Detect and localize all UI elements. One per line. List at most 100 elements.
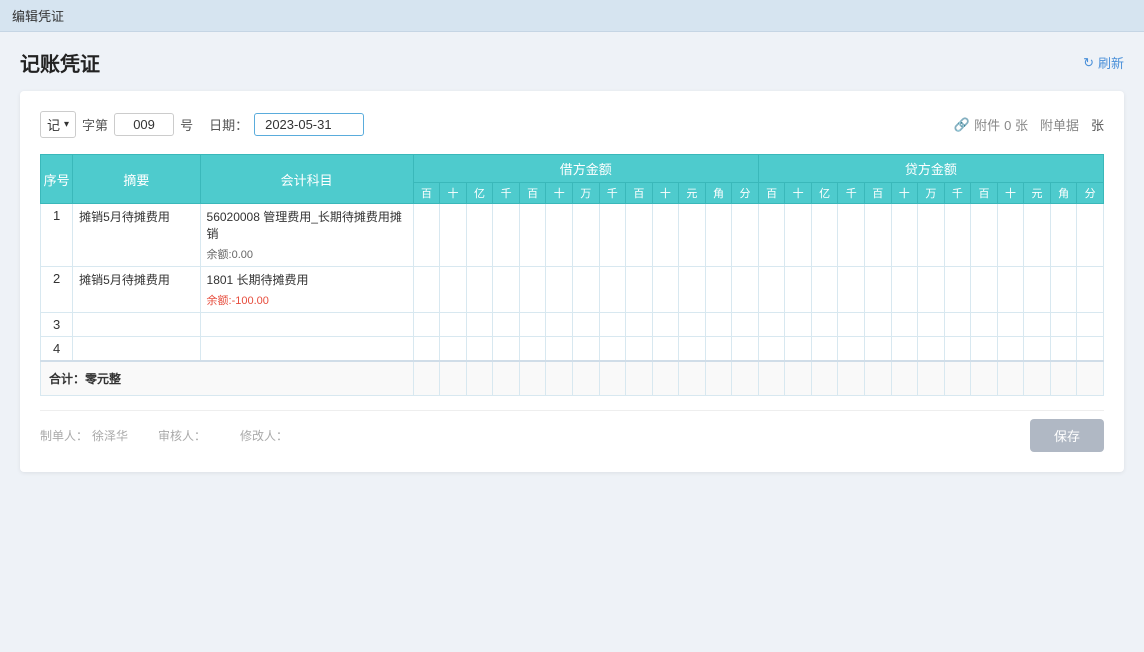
credit-digit-cell[interactable] bbox=[838, 337, 865, 362]
credit-digit-cell[interactable] bbox=[1024, 204, 1051, 267]
credit-digit-cell[interactable] bbox=[971, 267, 998, 313]
credit-digit-cell[interactable] bbox=[838, 204, 865, 267]
credit-digit-cell[interactable] bbox=[918, 313, 945, 337]
credit-digit-cell[interactable] bbox=[1077, 337, 1104, 362]
debit-digit-cell[interactable] bbox=[572, 267, 599, 313]
credit-digit-cell[interactable] bbox=[864, 204, 891, 267]
credit-digit-cell[interactable] bbox=[811, 204, 838, 267]
credit-digit-cell[interactable] bbox=[785, 204, 812, 267]
credit-digit-cell[interactable] bbox=[1077, 267, 1104, 313]
debit-digit-cell[interactable] bbox=[440, 204, 467, 267]
debit-digit-cell[interactable] bbox=[440, 267, 467, 313]
debit-digit-cell[interactable] bbox=[493, 313, 520, 337]
summary-cell[interactable]: 摊销5月待摊费用 bbox=[73, 204, 200, 267]
refresh-button[interactable]: ↻ 刷新 bbox=[1083, 53, 1124, 72]
debit-digit-cell[interactable] bbox=[679, 313, 706, 337]
debit-digit-cell[interactable] bbox=[546, 313, 573, 337]
credit-digit-cell[interactable] bbox=[811, 313, 838, 337]
debit-digit-cell[interactable] bbox=[626, 337, 653, 362]
credit-digit-cell[interactable] bbox=[1024, 267, 1051, 313]
credit-digit-cell[interactable] bbox=[918, 337, 945, 362]
debit-digit-cell[interactable] bbox=[572, 337, 599, 362]
account-cell[interactable] bbox=[200, 313, 413, 337]
debit-digit-cell[interactable] bbox=[413, 313, 440, 337]
credit-digit-cell[interactable] bbox=[971, 313, 998, 337]
debit-digit-cell[interactable] bbox=[599, 313, 626, 337]
credit-digit-cell[interactable] bbox=[1050, 204, 1077, 267]
summary-cell[interactable] bbox=[73, 313, 200, 337]
debit-digit-cell[interactable] bbox=[466, 313, 493, 337]
debit-digit-cell[interactable] bbox=[413, 337, 440, 362]
credit-digit-cell[interactable] bbox=[944, 267, 971, 313]
debit-digit-cell[interactable] bbox=[599, 337, 626, 362]
debit-digit-cell[interactable] bbox=[572, 313, 599, 337]
credit-digit-cell[interactable] bbox=[891, 204, 918, 267]
debit-digit-cell[interactable] bbox=[493, 204, 520, 267]
summary-cell[interactable]: 摊销5月待摊费用 bbox=[73, 267, 200, 313]
debit-digit-cell[interactable] bbox=[626, 267, 653, 313]
credit-digit-cell[interactable] bbox=[758, 337, 785, 362]
debit-digit-cell[interactable] bbox=[413, 267, 440, 313]
credit-digit-cell[interactable] bbox=[1024, 337, 1051, 362]
debit-digit-cell[interactable] bbox=[519, 267, 546, 313]
debit-digit-cell[interactable] bbox=[705, 337, 732, 362]
debit-digit-cell[interactable] bbox=[705, 267, 732, 313]
credit-digit-cell[interactable] bbox=[1077, 204, 1104, 267]
credit-digit-cell[interactable] bbox=[758, 267, 785, 313]
debit-digit-cell[interactable] bbox=[546, 267, 573, 313]
debit-digit-cell[interactable] bbox=[732, 337, 759, 362]
debit-digit-cell[interactable] bbox=[546, 204, 573, 267]
credit-digit-cell[interactable] bbox=[785, 337, 812, 362]
debit-digit-cell[interactable] bbox=[413, 204, 440, 267]
debit-digit-cell[interactable] bbox=[652, 313, 679, 337]
debit-digit-cell[interactable] bbox=[466, 204, 493, 267]
debit-digit-cell[interactable] bbox=[626, 313, 653, 337]
number-input[interactable] bbox=[114, 113, 174, 136]
credit-digit-cell[interactable] bbox=[918, 204, 945, 267]
credit-digit-cell[interactable] bbox=[891, 267, 918, 313]
credit-digit-cell[interactable] bbox=[971, 337, 998, 362]
date-input[interactable] bbox=[254, 113, 364, 136]
debit-digit-cell[interactable] bbox=[652, 337, 679, 362]
credit-digit-cell[interactable] bbox=[785, 267, 812, 313]
credit-digit-cell[interactable] bbox=[1024, 313, 1051, 337]
credit-digit-cell[interactable] bbox=[785, 313, 812, 337]
credit-digit-cell[interactable] bbox=[944, 337, 971, 362]
debit-digit-cell[interactable] bbox=[440, 337, 467, 362]
credit-digit-cell[interactable] bbox=[1077, 313, 1104, 337]
debit-digit-cell[interactable] bbox=[679, 267, 706, 313]
debit-digit-cell[interactable] bbox=[732, 313, 759, 337]
debit-digit-cell[interactable] bbox=[599, 204, 626, 267]
summary-cell[interactable] bbox=[73, 337, 200, 362]
credit-digit-cell[interactable] bbox=[971, 204, 998, 267]
credit-digit-cell[interactable] bbox=[811, 267, 838, 313]
debit-digit-cell[interactable] bbox=[519, 337, 546, 362]
debit-digit-cell[interactable] bbox=[705, 313, 732, 337]
credit-digit-cell[interactable] bbox=[864, 267, 891, 313]
credit-digit-cell[interactable] bbox=[1050, 267, 1077, 313]
credit-digit-cell[interactable] bbox=[838, 313, 865, 337]
credit-digit-cell[interactable] bbox=[997, 267, 1024, 313]
attachment-link[interactable]: 🔗 附件 0 张 bbox=[954, 115, 1028, 134]
credit-digit-cell[interactable] bbox=[944, 313, 971, 337]
credit-digit-cell[interactable] bbox=[891, 337, 918, 362]
credit-digit-cell[interactable] bbox=[997, 204, 1024, 267]
credit-digit-cell[interactable] bbox=[1050, 337, 1077, 362]
debit-digit-cell[interactable] bbox=[679, 337, 706, 362]
credit-digit-cell[interactable] bbox=[918, 267, 945, 313]
debit-digit-cell[interactable] bbox=[599, 267, 626, 313]
credit-digit-cell[interactable] bbox=[758, 313, 785, 337]
debit-digit-cell[interactable] bbox=[466, 267, 493, 313]
credit-digit-cell[interactable] bbox=[811, 337, 838, 362]
credit-digit-cell[interactable] bbox=[997, 337, 1024, 362]
account-cell[interactable] bbox=[200, 337, 413, 362]
debit-digit-cell[interactable] bbox=[546, 337, 573, 362]
debit-digit-cell[interactable] bbox=[440, 313, 467, 337]
debit-digit-cell[interactable] bbox=[679, 204, 706, 267]
credit-digit-cell[interactable] bbox=[1050, 313, 1077, 337]
debit-digit-cell[interactable] bbox=[652, 204, 679, 267]
debit-digit-cell[interactable] bbox=[705, 204, 732, 267]
account-cell[interactable]: 1801 长期待摊费用余额:-100.00 bbox=[200, 267, 413, 313]
credit-digit-cell[interactable] bbox=[997, 313, 1024, 337]
debit-digit-cell[interactable] bbox=[493, 267, 520, 313]
